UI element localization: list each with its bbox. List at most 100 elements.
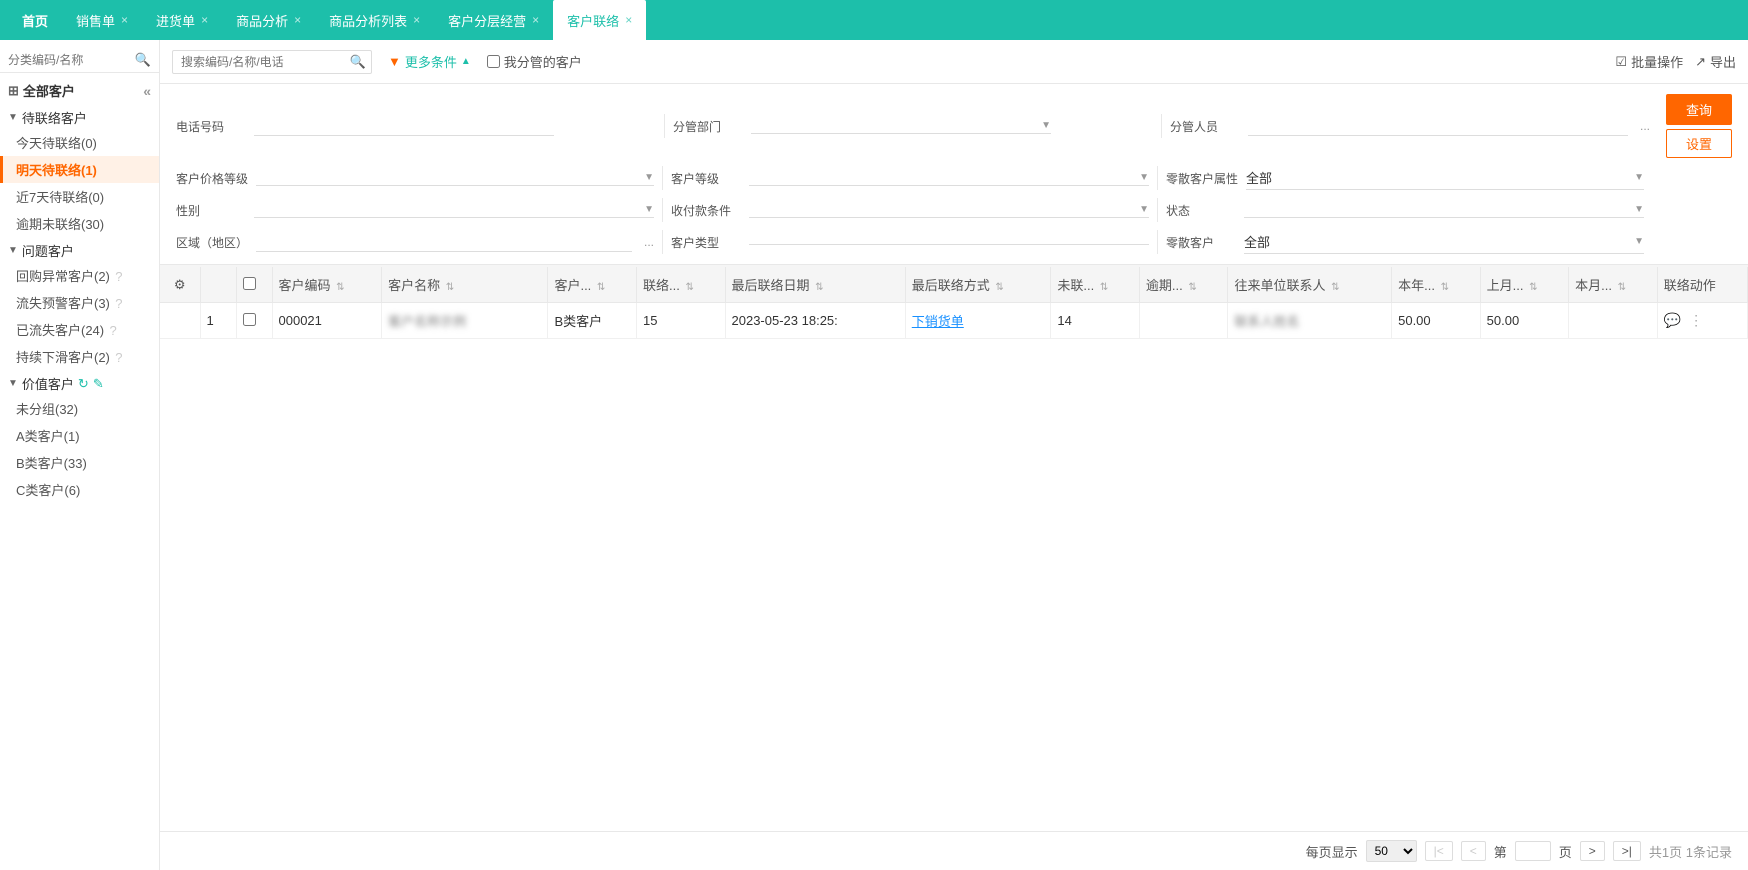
table-header-contact[interactable]: 联络... ⇅	[636, 267, 725, 303]
search-input[interactable]	[172, 50, 372, 74]
help-icon-lost: ?	[109, 323, 116, 338]
checkbox-icon: ☑	[1615, 54, 1627, 70]
table-header-code[interactable]: 客户编码 ⇅	[272, 267, 382, 303]
sidebar-item-7days[interactable]: 近7天待联络(0)	[0, 183, 159, 210]
table-header-gear[interactable]: ⚙	[160, 267, 200, 303]
manager-dots-icon[interactable]: ...	[1640, 119, 1650, 133]
filter-cell-phone: 电话号码	[176, 117, 656, 136]
phone-input[interactable]	[254, 117, 554, 136]
close-sales-icon[interactable]: ×	[121, 13, 128, 27]
table-header-checkbox[interactable]	[236, 267, 272, 303]
sidebar-item-c-class[interactable]: C类客户(6)	[0, 476, 159, 503]
sidebar-search-icon[interactable]: 🔍	[135, 52, 151, 68]
sidebar-item-overdue[interactable]: 逾期未联络(30)	[0, 210, 159, 237]
page-last-btn[interactable]: >|	[1613, 841, 1641, 861]
retail-attr-select[interactable]: 全部 ▼	[1246, 166, 1644, 190]
sidebar-item-ungroup[interactable]: 未分组(32)	[0, 395, 159, 422]
edit-icon[interactable]: ✎	[93, 376, 104, 392]
sidebar-item-declining[interactable]: 持续下滑客户(2) ?	[0, 343, 159, 370]
table-row: 1 000021 客户名称示例 B类客户 15 2023-05-23 18:25…	[160, 303, 1748, 339]
action-comment-icon[interactable]: 💬	[1664, 312, 1681, 329]
customer-table: ⚙ 客户编码 ⇅ 客户名称 ⇅	[160, 267, 1748, 339]
table-header-uncontacted[interactable]: 未联... ⇅	[1051, 267, 1140, 303]
sidebar-pending-group: ▼ 待联络客户	[0, 104, 159, 129]
table-header-last-date[interactable]: 最后联络日期 ⇅	[725, 267, 905, 303]
search-icon[interactable]: 🔍	[350, 54, 366, 70]
problem-arrow-icon: ▼	[8, 245, 18, 256]
region-dots-icon[interactable]: ...	[644, 235, 654, 249]
manager-input[interactable]	[1248, 117, 1628, 136]
sidebar-item-tomorrow[interactable]: 明天待联络(1)	[0, 156, 159, 183]
refresh-icon[interactable]: ↻	[78, 376, 89, 392]
row-name: 客户名称示例	[382, 303, 548, 339]
sidebar-item-today[interactable]: 今天待联络(0)	[0, 129, 159, 156]
query-btn[interactable]: 查询	[1666, 94, 1732, 125]
cust-type-select[interactable]	[749, 240, 1149, 245]
sidebar-all-customers[interactable]: ⊞ 全部客户 «	[0, 77, 159, 104]
per-page-select[interactable]: 50 100 200	[1366, 840, 1417, 862]
close-customer-tier-icon[interactable]: ×	[532, 13, 539, 27]
divider-1	[664, 114, 665, 138]
price-level-select[interactable]: ▼	[256, 170, 654, 186]
dept-select[interactable]: ▼	[751, 118, 1051, 134]
nav-home[interactable]: 首页	[8, 0, 62, 40]
nav-sales[interactable]: 销售单 ×	[62, 0, 142, 40]
status-select[interactable]: ▼	[1244, 202, 1644, 218]
sort-lmonth-icon: ⇅	[1529, 282, 1537, 293]
payment-select[interactable]: ▼	[749, 202, 1149, 218]
page-first-btn[interactable]: |<	[1425, 841, 1453, 861]
sidebar-item-lost[interactable]: 已流失客户(24) ?	[0, 316, 159, 343]
table-header-last-method[interactable]: 最后联络方式 ⇅	[905, 267, 1051, 303]
filter-cell-status: 状态 ▼	[1166, 202, 1644, 219]
cust-level-label: 客户等级	[671, 170, 741, 187]
main-layout: 🔍 ⊞ 全部客户 « ▼ 待联络客户 今天待联络(0) 明天待联络(1) 近7天…	[0, 40, 1748, 870]
my-customers-checkbox[interactable]	[487, 55, 500, 68]
gender-select[interactable]: ▼	[254, 202, 654, 218]
cust-level-select[interactable]: ▼	[749, 170, 1149, 186]
page-prev-btn[interactable]: <	[1461, 841, 1486, 861]
sidebar-search-input[interactable]	[8, 53, 135, 67]
sidebar-item-a-class[interactable]: A类客户(1)	[0, 422, 159, 449]
sidebar-item-repurchase[interactable]: 回购异常客户(2) ?	[0, 262, 159, 289]
last-method-link[interactable]: 下销货单	[912, 314, 964, 329]
price-level-arrow-icon: ▼	[644, 172, 654, 183]
page-next-btn[interactable]: >	[1580, 841, 1605, 861]
gender-arrow-icon: ▼	[644, 204, 654, 215]
row-checkbox[interactable]	[243, 313, 256, 326]
table-header-overdue[interactable]: 逾期... ⇅	[1139, 267, 1228, 303]
settings-btn[interactable]: 设置	[1666, 129, 1732, 158]
row-uncontacted: 14	[1051, 303, 1140, 339]
filter-cell-cust-level: 客户等级 ▼	[671, 170, 1149, 187]
close-customer-contact-icon[interactable]: ×	[625, 13, 632, 27]
close-purchase-icon[interactable]: ×	[201, 13, 208, 27]
retail-cust-select[interactable]: 全部 ▼	[1244, 230, 1644, 254]
close-analysis-icon[interactable]: ×	[294, 13, 301, 27]
page-num-input[interactable]: 1	[1515, 841, 1551, 861]
nav-purchase[interactable]: 进货单 ×	[142, 0, 222, 40]
export-btn[interactable]: ↗ 导出	[1695, 52, 1736, 71]
filter-panel: 电话号码 分管部门 ▼ 分管人员 ...	[160, 84, 1748, 265]
table-header-this-month[interactable]: 本月... ⇅	[1569, 267, 1658, 303]
nav-customer-contact[interactable]: 客户联络 ×	[553, 0, 646, 40]
row-unit-contact: 联系人姓名	[1228, 303, 1392, 339]
select-all-checkbox[interactable]	[243, 277, 256, 290]
close-analysis-list-icon[interactable]: ×	[413, 13, 420, 27]
batch-btn[interactable]: ☑ 批量操作	[1615, 52, 1683, 71]
table-header-this-year[interactable]: 本年... ⇅	[1392, 267, 1481, 303]
status-label: 状态	[1166, 202, 1236, 219]
export-icon: ↗	[1695, 54, 1706, 70]
table-header-name[interactable]: 客户名称 ⇅	[382, 267, 548, 303]
sidebar-collapse-btn[interactable]: «	[143, 83, 151, 99]
filter-more-btn[interactable]: ▼ 更多条件 ▲	[380, 48, 479, 75]
sidebar-item-b-class[interactable]: B类客户(33)	[0, 449, 159, 476]
table-header-last-month[interactable]: 上月... ⇅	[1480, 267, 1569, 303]
row-this-year: 50.00	[1392, 303, 1481, 339]
nav-analysis-list[interactable]: 商品分析列表 ×	[315, 0, 434, 40]
action-grid-icon[interactable]: ⋮	[1689, 312, 1703, 329]
sidebar-item-lostwarning[interactable]: 流失预警客户(3) ?	[0, 289, 159, 316]
nav-customer-tier[interactable]: 客户分层经营 ×	[434, 0, 553, 40]
table-header-unit-contact[interactable]: 往来单位联系人 ⇅	[1228, 267, 1392, 303]
table-header-type[interactable]: 客户... ⇅	[548, 267, 637, 303]
nav-analysis[interactable]: 商品分析 ×	[222, 0, 315, 40]
region-input[interactable]	[256, 233, 632, 252]
